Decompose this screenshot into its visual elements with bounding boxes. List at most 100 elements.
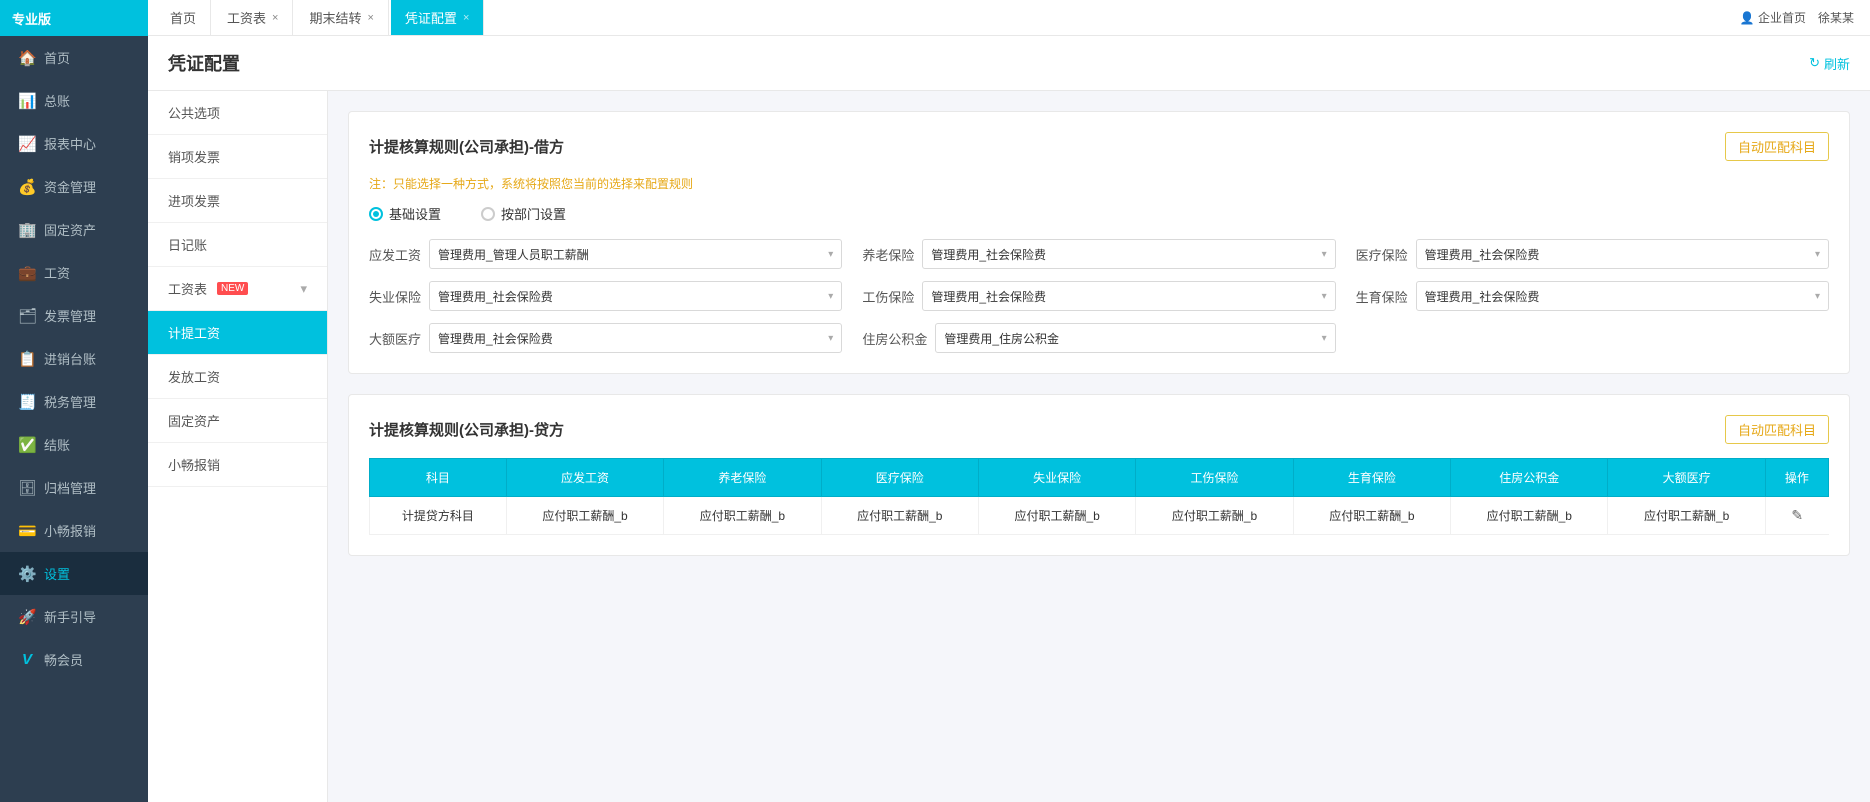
tab-salary-table[interactable]: 工资表 × bbox=[213, 0, 293, 35]
right-content: 计提核算规则(公司承担)-借方 自动匹配科目 注：只能选择一种方式，系统将按照您… bbox=[328, 91, 1870, 802]
xiaochang-icon: 💳 bbox=[18, 522, 36, 540]
cell-val-5: 应付职工薪酬_b bbox=[1293, 497, 1450, 535]
select-maternity[interactable]: 管理费用_社会保险费 ▾ bbox=[1416, 281, 1829, 311]
chevron-maternity: ▾ bbox=[1815, 291, 1820, 302]
sidebar-item-guide[interactable]: 🚀 新手引导 bbox=[0, 595, 148, 638]
tax-icon: 🧾 bbox=[18, 393, 36, 411]
select-medical[interactable]: 管理费用_社会保险费 ▾ bbox=[1416, 239, 1829, 269]
tab-close-salary[interactable]: × bbox=[272, 12, 278, 24]
settings-icon: ⚙️ bbox=[18, 565, 36, 583]
label-medical: 医疗保险 bbox=[1356, 245, 1408, 264]
col-subject: 科目 bbox=[370, 459, 507, 497]
sidebar-item-home[interactable]: 🏠 首页 bbox=[0, 36, 148, 79]
sidebar-item-assets[interactable]: 🏢 固定资产 bbox=[0, 208, 148, 251]
nav-xiaochang-reimb[interactable]: 小畅报销 bbox=[148, 443, 327, 487]
nav-fixed-assets[interactable]: 固定资产 bbox=[148, 399, 327, 443]
select-housing-fund[interactable]: 管理费用_住房公积金 ▾ bbox=[935, 323, 1335, 353]
nav-purchase-invoice[interactable]: 进项发票 bbox=[148, 179, 327, 223]
sidebar-item-xiaochang[interactable]: 💳 小畅报销 bbox=[0, 509, 148, 552]
expand-icon: ▾ bbox=[300, 281, 307, 297]
label-housing-fund: 住房公积金 bbox=[862, 329, 927, 348]
sidebar-item-report[interactable]: 📈 报表中心 bbox=[0, 122, 148, 165]
report-icon: 📈 bbox=[18, 135, 36, 153]
fund-icon: 💰 bbox=[18, 178, 36, 196]
left-nav: 公共选项 销项发票 进项发票 日记账 工资表 NEW ▾ 计提工资 发放工资 bbox=[148, 91, 328, 802]
form-row-injury: 工伤保险 管理费用_社会保险费 ▾ bbox=[862, 281, 1335, 311]
radio-basic-circle bbox=[369, 207, 383, 221]
tab-bar: 首页 工资表 × 期末结转 × 凭证配置 × 👤 企业首页 徐某某 bbox=[148, 0, 1870, 36]
label-applied-salary: 应发工资 bbox=[369, 245, 421, 264]
sidebar-item-archive[interactable]: 🗄 归档管理 bbox=[0, 466, 148, 509]
sidebar: 专业版 🏠 首页 📊 总账 📈 报表中心 💰 资金管理 🏢 固定资产 💼 工资 … bbox=[0, 0, 148, 802]
col-pension: 养老保险 bbox=[664, 459, 821, 497]
col-medical: 医疗保险 bbox=[821, 459, 978, 497]
sidebar-item-invoice[interactable]: 🗂 发票管理 bbox=[0, 294, 148, 337]
ledger-icon: 📊 bbox=[18, 92, 36, 110]
form-row-housing-fund: 住房公积金 管理费用_住房公积金 ▾ bbox=[862, 323, 1335, 353]
select-applied-salary[interactable]: 管理费用_管理人员职工薪酬 ▾ bbox=[429, 239, 842, 269]
sidebar-item-fund[interactable]: 💰 资金管理 bbox=[0, 165, 148, 208]
radio-group: 基础设置 按部门设置 bbox=[369, 204, 1829, 223]
select-critical-illness[interactable]: 管理费用_社会保险费 ▾ bbox=[429, 323, 842, 353]
nav-sales-invoice[interactable]: 销项发票 bbox=[148, 135, 327, 179]
debit-section-header: 计提核算规则(公司承担)-借方 自动匹配科目 bbox=[369, 132, 1829, 161]
cell-val-1: 应付职工薪酬_b bbox=[664, 497, 821, 535]
tab-voucher-config[interactable]: 凭证配置 × bbox=[391, 0, 484, 35]
app-logo: 专业版 bbox=[0, 0, 148, 36]
label-maternity: 生育保险 bbox=[1356, 287, 1408, 306]
edit-icon[interactable]: ✎ bbox=[1791, 507, 1803, 523]
refresh-button[interactable]: ↻ 刷新 bbox=[1809, 54, 1850, 73]
nav-public[interactable]: 公共选项 bbox=[148, 91, 327, 135]
tab-close-period[interactable]: × bbox=[367, 12, 373, 24]
nav-pay-salary[interactable]: 发放工资 bbox=[148, 355, 327, 399]
select-pension[interactable]: 管理费用_社会保险费 ▾ bbox=[922, 239, 1335, 269]
label-injury: 工伤保险 bbox=[862, 287, 914, 306]
tab-period-end[interactable]: 期末结转 × bbox=[295, 0, 388, 35]
col-maternity: 生育保险 bbox=[1293, 459, 1450, 497]
salary-icon: 💼 bbox=[18, 264, 36, 282]
select-unemployment[interactable]: 管理费用_社会保险费 ▾ bbox=[429, 281, 842, 311]
nav-salary-table[interactable]: 工资表 NEW ▾ bbox=[148, 267, 327, 311]
select-injury[interactable]: 管理费用_社会保险费 ▾ bbox=[922, 281, 1335, 311]
radio-department[interactable]: 按部门设置 bbox=[481, 204, 566, 223]
assets-icon: 🏢 bbox=[18, 221, 36, 239]
label-pension: 养老保险 bbox=[862, 245, 914, 264]
col-critical: 大额医疗 bbox=[1608, 459, 1765, 497]
credit-auto-match-button[interactable]: 自动匹配科目 bbox=[1725, 415, 1829, 444]
cell-subject: 计提贷方科目 bbox=[370, 497, 507, 535]
radio-basic[interactable]: 基础设置 bbox=[369, 204, 441, 223]
form-row-applied-salary: 应发工资 管理费用_管理人员职工薪酬 ▾ bbox=[369, 239, 842, 269]
chevron-applied-salary: ▾ bbox=[828, 249, 833, 260]
col-housing: 住房公积金 bbox=[1451, 459, 1608, 497]
chevron-injury: ▾ bbox=[1322, 291, 1327, 302]
cell-action[interactable]: ✎ bbox=[1765, 497, 1828, 535]
credit-section-header: 计提核算规则(公司承担)-贷方 自动匹配科目 bbox=[369, 415, 1829, 444]
sidebar-item-settle[interactable]: ✅ 结账 bbox=[0, 423, 148, 466]
label-unemployment: 失业保险 bbox=[369, 287, 421, 306]
debit-auto-match-button[interactable]: 自动匹配科目 bbox=[1725, 132, 1829, 161]
col-injury: 工伤保险 bbox=[1136, 459, 1293, 497]
debit-section: 计提核算规则(公司承担)-借方 自动匹配科目 注：只能选择一种方式，系统将按照您… bbox=[348, 111, 1850, 374]
tab-home[interactable]: 首页 bbox=[156, 0, 211, 35]
nav-journal[interactable]: 日记账 bbox=[148, 223, 327, 267]
cell-val-2: 应付职工薪酬_b bbox=[821, 497, 978, 535]
debit-title: 计提核算规则(公司承担)-借方 bbox=[369, 136, 564, 157]
sidebar-item-tax[interactable]: 🧾 税务管理 bbox=[0, 380, 148, 423]
form-row-medical: 医疗保险 管理费用_社会保险费 ▾ bbox=[1356, 239, 1829, 269]
sidebar-item-settings[interactable]: ⚙️ 设置 bbox=[0, 552, 148, 595]
nav-calc-salary[interactable]: 计提工资 bbox=[148, 311, 327, 355]
label-critical-illness: 大额医疗 bbox=[369, 329, 421, 348]
chevron-critical-illness: ▾ bbox=[828, 333, 833, 344]
cell-val-3: 应付职工薪酬_b bbox=[978, 497, 1135, 535]
chevron-pension: ▾ bbox=[1322, 249, 1327, 260]
sidebar-item-ledger[interactable]: 📊 总账 bbox=[0, 79, 148, 122]
chevron-unemployment: ▾ bbox=[828, 291, 833, 302]
sidebar-item-member[interactable]: V 畅会员 bbox=[0, 638, 148, 681]
form-row-maternity: 生育保险 管理费用_社会保险费 ▾ bbox=[1356, 281, 1829, 311]
refresh-icon: ↻ bbox=[1809, 55, 1820, 71]
sidebar-item-salary[interactable]: 💼 工资 bbox=[0, 251, 148, 294]
home-icon: 🏠 bbox=[18, 49, 36, 67]
sidebar-item-stock[interactable]: 📋 进销台账 bbox=[0, 337, 148, 380]
col-action: 操作 bbox=[1765, 459, 1828, 497]
tab-close-voucher[interactable]: × bbox=[463, 12, 469, 24]
